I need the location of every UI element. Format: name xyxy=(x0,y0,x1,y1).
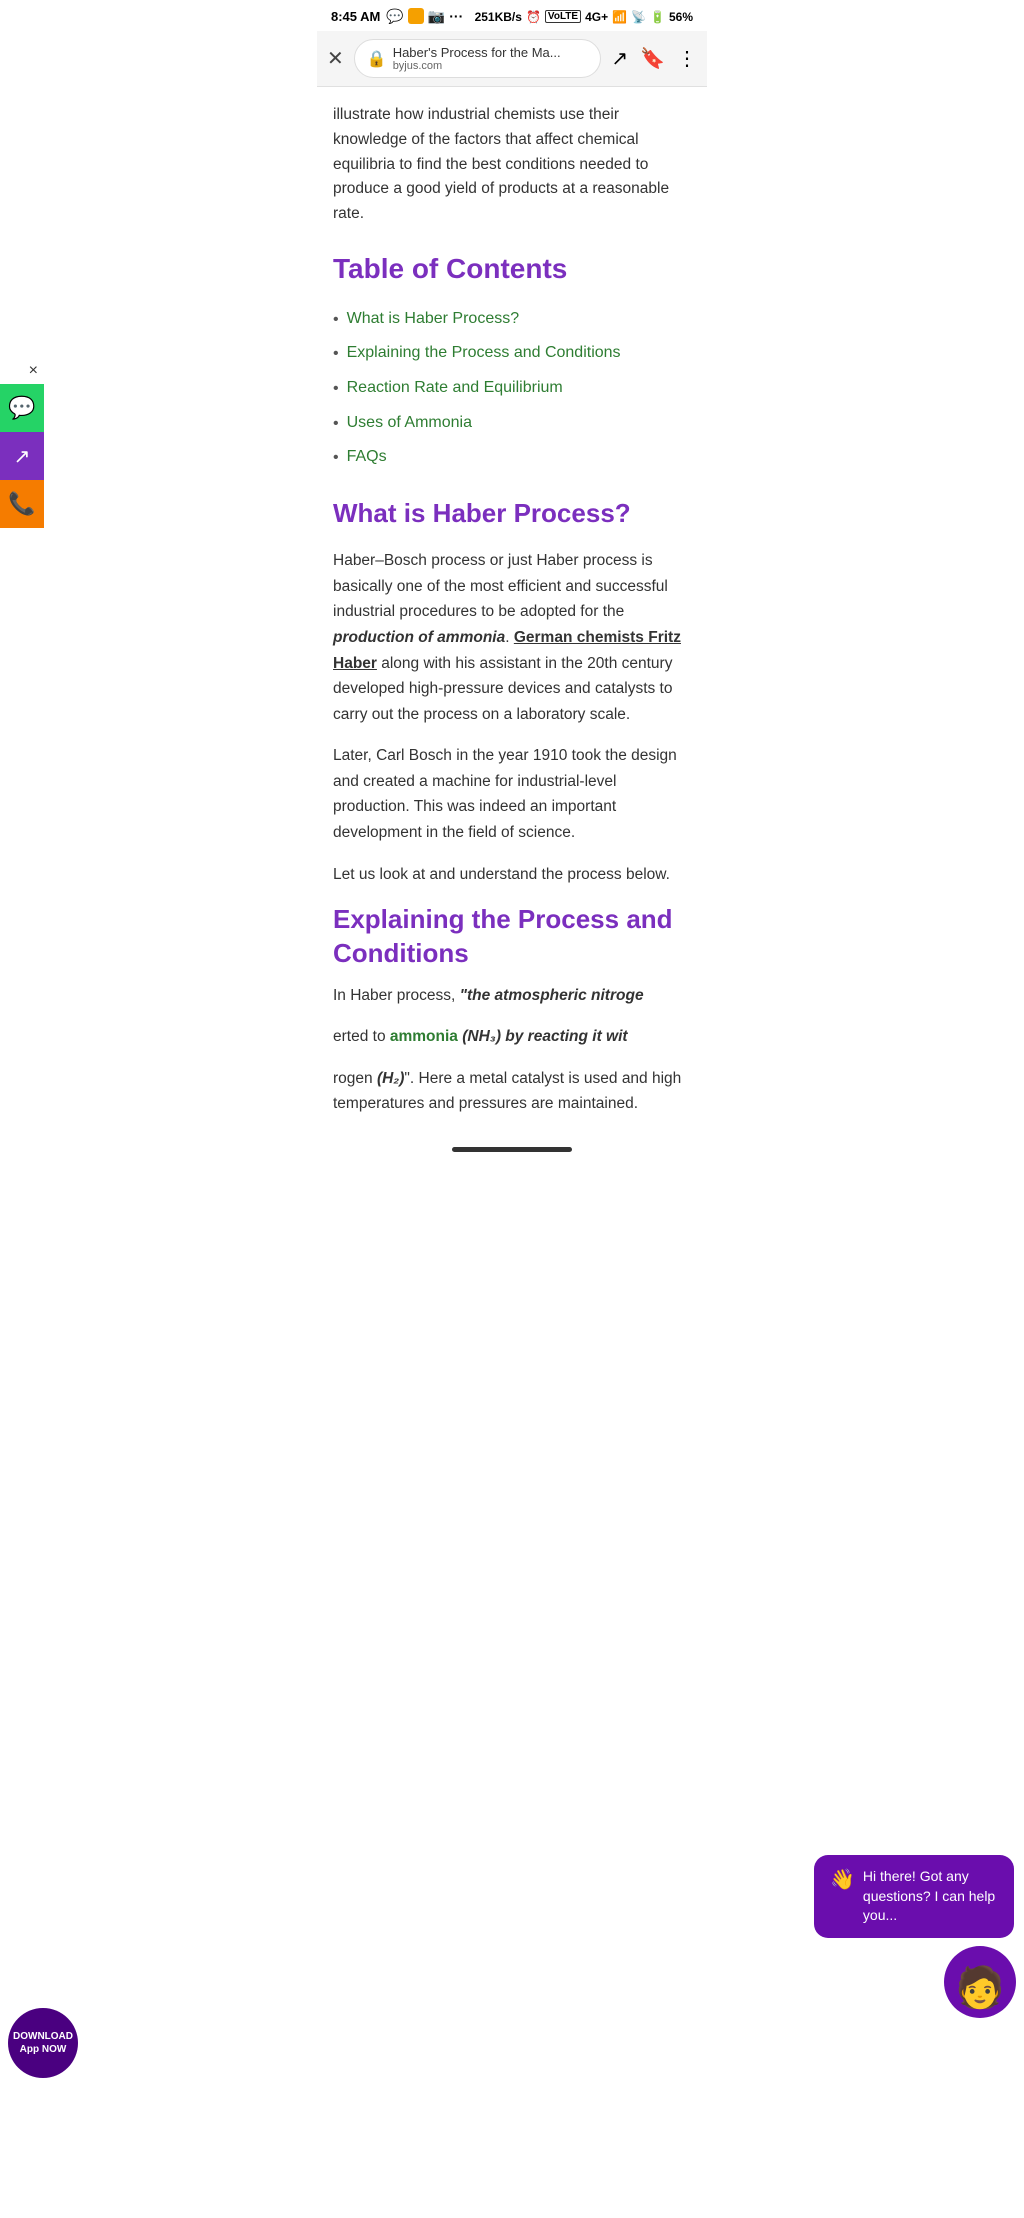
toc-item-1[interactable]: What is Haber Process? xyxy=(333,306,691,333)
section2-para1-intro: In Haber process, xyxy=(333,987,460,1004)
avatar-circle[interactable]: 🧑 xyxy=(944,1946,1016,2018)
chat-bubble[interactable]: 👋 Hi there! Got any questions? I can hel… xyxy=(814,1855,1014,1938)
download-app-button[interactable]: DOWNLOADApp NOW xyxy=(8,2008,78,2078)
ammonia-highlight: ammonia xyxy=(390,1028,458,1045)
toc-link-3[interactable]: Reaction Rate and Equilibrium xyxy=(347,375,563,401)
section2-hydrogen: rogen xyxy=(333,1070,377,1087)
section1-para1-part2: . xyxy=(505,629,514,646)
status-indicators: 251KB/s ⏰ VoLTE 4G+ 📶 📡 🔋 56% xyxy=(475,10,693,24)
time: 8:45 AM xyxy=(331,9,380,24)
section2-bold-quote: "the atmospheric nitroge xyxy=(460,987,644,1004)
phone-icon: 📞 xyxy=(8,491,35,517)
page-title: Haber's Process for the Ma... xyxy=(393,45,561,60)
signal-icon: 📶 xyxy=(612,10,627,24)
share-sidebar-button[interactable]: ↗ xyxy=(0,432,44,480)
menu-button[interactable]: ⋮ xyxy=(677,46,697,71)
section1-para2: Later, Carl Bosch in the year 1910 took … xyxy=(333,743,691,845)
battery-percent: 56% xyxy=(669,10,693,24)
instagram-icon: 📷 xyxy=(428,8,445,25)
toc-item-2[interactable]: Explaining the Process and Conditions xyxy=(333,340,691,367)
sidebar-close-button[interactable]: × xyxy=(23,360,44,382)
notification-icons: 💬 📷 ··· xyxy=(386,8,463,25)
toc-item-5[interactable]: FAQs xyxy=(333,444,691,471)
toc-list: What is Haber Process? Explaining the Pr… xyxy=(333,306,691,471)
lock-icon: 🔒 xyxy=(367,49,387,69)
chat-popup-area: In Haber process, "the atmospheric nitro… xyxy=(333,983,691,1117)
toc-item-3[interactable]: Reaction Rate and Equilibrium xyxy=(333,375,691,402)
section2-heading: Explaining the Process andConditions xyxy=(333,903,691,971)
whatsapp-icon: 💬 xyxy=(8,395,35,421)
close-tab-button[interactable]: ✕ xyxy=(327,46,344,71)
toc-link-2[interactable]: Explaining the Process and Conditions xyxy=(347,340,621,366)
section1-para1: Haber–Bosch process or just Haber proces… xyxy=(333,548,691,727)
section1-bold-italic: production of ammonia xyxy=(333,629,505,646)
app-icon xyxy=(408,8,424,24)
browser-action-icons: ↗ 🔖 ⋮ xyxy=(611,46,697,71)
status-time: 8:45 AM 💬 📷 ··· xyxy=(331,8,463,25)
status-bar: 8:45 AM 💬 📷 ··· 251KB/s ⏰ VoLTE 4G+ 📶 📡 … xyxy=(317,0,707,31)
toc-item-4[interactable]: Uses of Ammonia xyxy=(333,410,691,437)
toc-heading: Table of Contents xyxy=(333,247,691,292)
section1-heading-text: What is Haber Process? xyxy=(333,498,631,528)
floating-sidebar: × 💬 ↗ 📞 xyxy=(0,360,44,528)
section2-para3: rogen (H₂)". Here a metal catalyst is us… xyxy=(333,1066,691,1117)
section1-para3: Let us look at and understand the proces… xyxy=(333,862,691,888)
h2-formula: (H₂) xyxy=(377,1070,404,1087)
section2-para1: In Haber process, "the atmospheric nitro… xyxy=(333,983,691,1009)
alarm-icon: ⏰ xyxy=(526,10,541,24)
network-type: 4G+ xyxy=(585,10,608,24)
battery-icon: 🔋 xyxy=(650,10,665,24)
home-indicator xyxy=(452,1147,572,1152)
intro-text-start: illustrate how industrial chemists use t… xyxy=(333,106,669,222)
section1-heading: What is Haber Process? xyxy=(333,493,691,535)
share-button[interactable]: ↗ xyxy=(611,46,628,71)
page-content: illustrate how industrial chemists use t… xyxy=(317,87,707,1133)
section1-para1-part3: along with his assistant in the 20th cen… xyxy=(333,655,672,723)
wifi-icon: 📡 xyxy=(631,10,646,24)
wave-emoji: 👋 xyxy=(830,1867,855,1892)
intro-paragraph: illustrate how industrial chemists use t… xyxy=(333,103,691,227)
toc-link-5[interactable]: FAQs xyxy=(347,444,387,470)
section2-para2: erted to ammonia (NH₃) by reacting it wi… xyxy=(333,1024,691,1050)
avatar-person-icon: 🧑 xyxy=(955,1964,1005,2011)
domain-label: byjus.com xyxy=(393,60,561,72)
network-speed: 251KB/s xyxy=(475,10,522,24)
bookmark-button[interactable]: 🔖 xyxy=(640,46,665,71)
download-label: DOWNLOADApp NOW xyxy=(13,2030,73,2056)
volte-icon: VoLTE xyxy=(545,10,581,23)
dots-icon: ··· xyxy=(449,8,463,25)
toc-link-1[interactable]: What is Haber Process? xyxy=(347,306,520,332)
whatsapp-button[interactable]: 💬 xyxy=(0,384,44,432)
whatsapp-icon: 💬 xyxy=(386,8,403,25)
section2-formula: (NH₃) by reacting it wit xyxy=(458,1028,628,1045)
toc-link-4[interactable]: Uses of Ammonia xyxy=(347,410,472,436)
url-bar[interactable]: 🔒 Haber's Process for the Ma... byjus.co… xyxy=(354,39,602,78)
phone-button[interactable]: 📞 xyxy=(0,480,44,528)
section2-heading-part1: Explaining t xyxy=(333,904,480,934)
section1-para1-part1: Haber–Bosch process or just Haber proces… xyxy=(333,552,668,620)
browser-toolbar: ✕ 🔒 Haber's Process for the Ma... byjus.… xyxy=(317,31,707,87)
share-icon: ↗ xyxy=(14,444,31,469)
section2-para2-converted: erted to xyxy=(333,1028,390,1045)
chat-bubble-text: Hi there! Got any questions? I can help … xyxy=(863,1867,998,1926)
